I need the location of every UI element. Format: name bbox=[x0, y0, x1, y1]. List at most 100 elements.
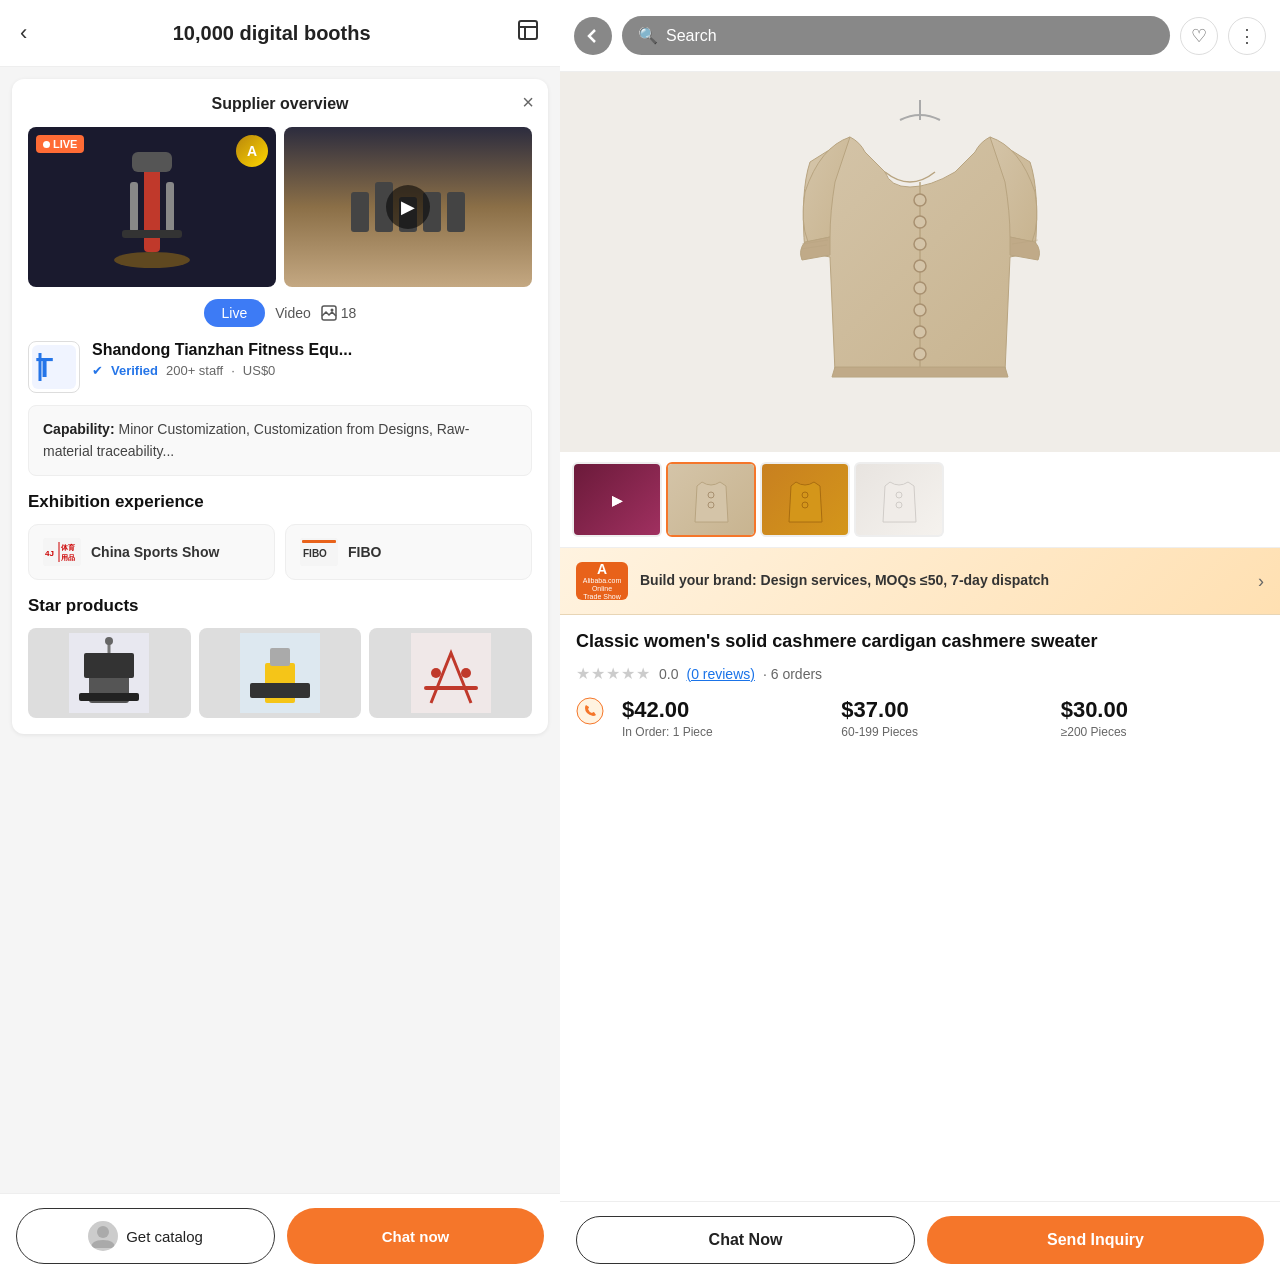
svg-point-56 bbox=[577, 698, 603, 724]
svg-text:用品: 用品 bbox=[60, 554, 75, 561]
right-footer: Chat Now Send Inquiry bbox=[560, 1201, 1280, 1278]
price-phone-icon bbox=[576, 697, 604, 725]
left-panel: ‹ 10,000 digital booths Supplier overvie… bbox=[0, 0, 560, 1278]
svg-text:体育: 体育 bbox=[60, 543, 76, 552]
svg-point-43 bbox=[914, 304, 926, 316]
svg-rect-7 bbox=[166, 182, 174, 232]
product-thumbnails: ▶ bbox=[560, 452, 1280, 548]
svg-rect-33 bbox=[411, 633, 491, 713]
company-name: Shandong Tianzhan Fitness Equ... bbox=[92, 341, 532, 359]
exhibition-row: 4J 体育 用品 China Sports Show FIBO bbox=[28, 524, 532, 580]
svg-rect-8 bbox=[122, 230, 182, 238]
right-header: 🔍 Search ♡ ⋮ bbox=[560, 0, 1280, 72]
video-media-thumb[interactable]: ▶ bbox=[284, 127, 532, 287]
heart-button[interactable]: ♡ bbox=[1180, 17, 1218, 55]
star-product-2[interactable] bbox=[199, 628, 362, 718]
svg-point-42 bbox=[914, 282, 926, 294]
svg-point-36 bbox=[97, 1226, 109, 1238]
search-bar[interactable]: 🔍 Search bbox=[622, 16, 1170, 55]
chat-now-button[interactable]: Chat Now bbox=[576, 1216, 915, 1264]
thumbnail-1-video[interactable]: ▶ bbox=[572, 462, 662, 537]
left-header: ‹ 10,000 digital booths bbox=[0, 0, 560, 67]
exhibition-title: Exhibition experience bbox=[28, 492, 532, 512]
svg-point-44 bbox=[914, 326, 926, 338]
supplier-card-title: Supplier overview bbox=[28, 95, 532, 113]
exhibition-item-fibo[interactable]: FIBO FIBO bbox=[285, 524, 532, 580]
star-product-1[interactable] bbox=[28, 628, 191, 718]
more-button[interactable]: ⋮ bbox=[1228, 17, 1266, 55]
search-placeholder: Search bbox=[666, 27, 717, 45]
svg-point-34 bbox=[431, 668, 441, 678]
fibo-label: FIBO bbox=[348, 544, 381, 560]
thumbnail-4-white[interactable] bbox=[854, 462, 944, 537]
alibaba-a: A bbox=[597, 561, 607, 577]
send-inquiry-button[interactable]: Send Inquiry bbox=[927, 1216, 1264, 1264]
edit-icon[interactable] bbox=[516, 18, 540, 48]
staff-count: 200+ staff bbox=[166, 363, 223, 378]
company-row: T Shandong Tianzhan Fitness Equ... ✔ Ver… bbox=[28, 341, 532, 393]
pricing-row: $42.00 In Order: 1 Piece $37.00 60-199 P… bbox=[576, 697, 1264, 739]
fibo-logo: FIBO bbox=[300, 537, 338, 567]
verified-badge: Verified bbox=[111, 363, 158, 378]
svg-point-38 bbox=[914, 194, 926, 206]
thumbnail-2-beige[interactable] bbox=[666, 462, 756, 537]
stars-display: ★★★★★ bbox=[576, 664, 651, 683]
star-product-3[interactable] bbox=[369, 628, 532, 718]
svg-rect-5 bbox=[132, 152, 172, 172]
reviews-row: ★★★★★ 0.0 (0 reviews) · 6 orders bbox=[576, 664, 1264, 683]
supplier-badge-icon: A bbox=[236, 135, 268, 167]
close-button[interactable]: × bbox=[522, 91, 534, 114]
product-name: Classic women's solid cashmere cardigan … bbox=[576, 629, 1264, 654]
svg-rect-21 bbox=[302, 540, 336, 543]
live-media-thumb[interactable]: LIVE A bbox=[28, 127, 276, 287]
price-block-3: $30.00 ≥200 Pieces bbox=[1061, 697, 1264, 739]
thumbnail-3-mustard[interactable] bbox=[760, 462, 850, 537]
catalog-button[interactable]: Get catalog bbox=[16, 1208, 275, 1264]
reviews-link[interactable]: (0 reviews) bbox=[686, 666, 754, 682]
svg-rect-4 bbox=[144, 162, 160, 252]
svg-point-53 bbox=[802, 502, 808, 508]
tab-live[interactable]: Live bbox=[204, 299, 266, 327]
svg-point-10 bbox=[330, 309, 333, 312]
alibaba-text: Alibaba.comOnlineTrade Show bbox=[583, 577, 622, 600]
right-panel: 🔍 Search ♡ ⋮ bbox=[560, 0, 1280, 1278]
left-footer: Get catalog Chat now bbox=[0, 1193, 560, 1278]
media-tabs: Live Video 18 bbox=[28, 299, 532, 327]
media-row: LIVE A bbox=[28, 127, 532, 287]
search-icon: 🔍 bbox=[638, 26, 658, 45]
svg-rect-24 bbox=[84, 653, 134, 678]
svg-point-45 bbox=[914, 348, 926, 360]
exhibition-item-china-sports[interactable]: 4J 体育 用品 China Sports Show bbox=[28, 524, 275, 580]
back-button[interactable]: ‹ bbox=[20, 20, 27, 46]
star-products-title: Star products bbox=[28, 596, 532, 616]
price-block-1: $42.00 In Order: 1 Piece bbox=[622, 697, 825, 739]
svg-point-3 bbox=[114, 252, 190, 268]
svg-point-41 bbox=[914, 260, 926, 272]
tab-video[interactable]: Video bbox=[275, 305, 311, 321]
cardigan-image bbox=[780, 92, 1060, 432]
svg-point-35 bbox=[461, 668, 471, 678]
svg-point-26 bbox=[105, 637, 113, 645]
svg-point-39 bbox=[914, 216, 926, 228]
live-badge: LIVE bbox=[36, 135, 84, 153]
orders-count: · 6 orders bbox=[763, 666, 822, 682]
alibaba-logo: A Alibaba.comOnlineTrade Show bbox=[576, 562, 628, 600]
svg-point-54 bbox=[896, 492, 902, 498]
svg-point-52 bbox=[802, 492, 808, 498]
more-icon: ⋮ bbox=[1238, 25, 1256, 47]
svg-point-55 bbox=[896, 502, 902, 508]
product-main-image bbox=[560, 72, 1280, 452]
page-title: 10,000 digital booths bbox=[173, 22, 371, 45]
promo-banner[interactable]: A Alibaba.comOnlineTrade Show Build your… bbox=[560, 548, 1280, 615]
catalog-avatar bbox=[88, 1221, 118, 1251]
left-chat-button[interactable]: Chat now bbox=[287, 1208, 544, 1264]
supplier-card: Supplier overview × LIVE A bbox=[12, 79, 548, 734]
promo-arrow-icon: › bbox=[1258, 571, 1264, 592]
tab-images[interactable]: 18 bbox=[321, 305, 357, 321]
promo-text: Build your brand: Design services, MOQs … bbox=[640, 571, 1246, 591]
product-info: Classic women's solid cashmere cardigan … bbox=[560, 615, 1280, 1201]
svg-point-50 bbox=[708, 492, 714, 498]
company-meta: ✔ Verified 200+ staff · US$0 bbox=[92, 363, 532, 378]
fitness-machine-image bbox=[102, 142, 202, 272]
right-back-button[interactable] bbox=[574, 17, 612, 55]
